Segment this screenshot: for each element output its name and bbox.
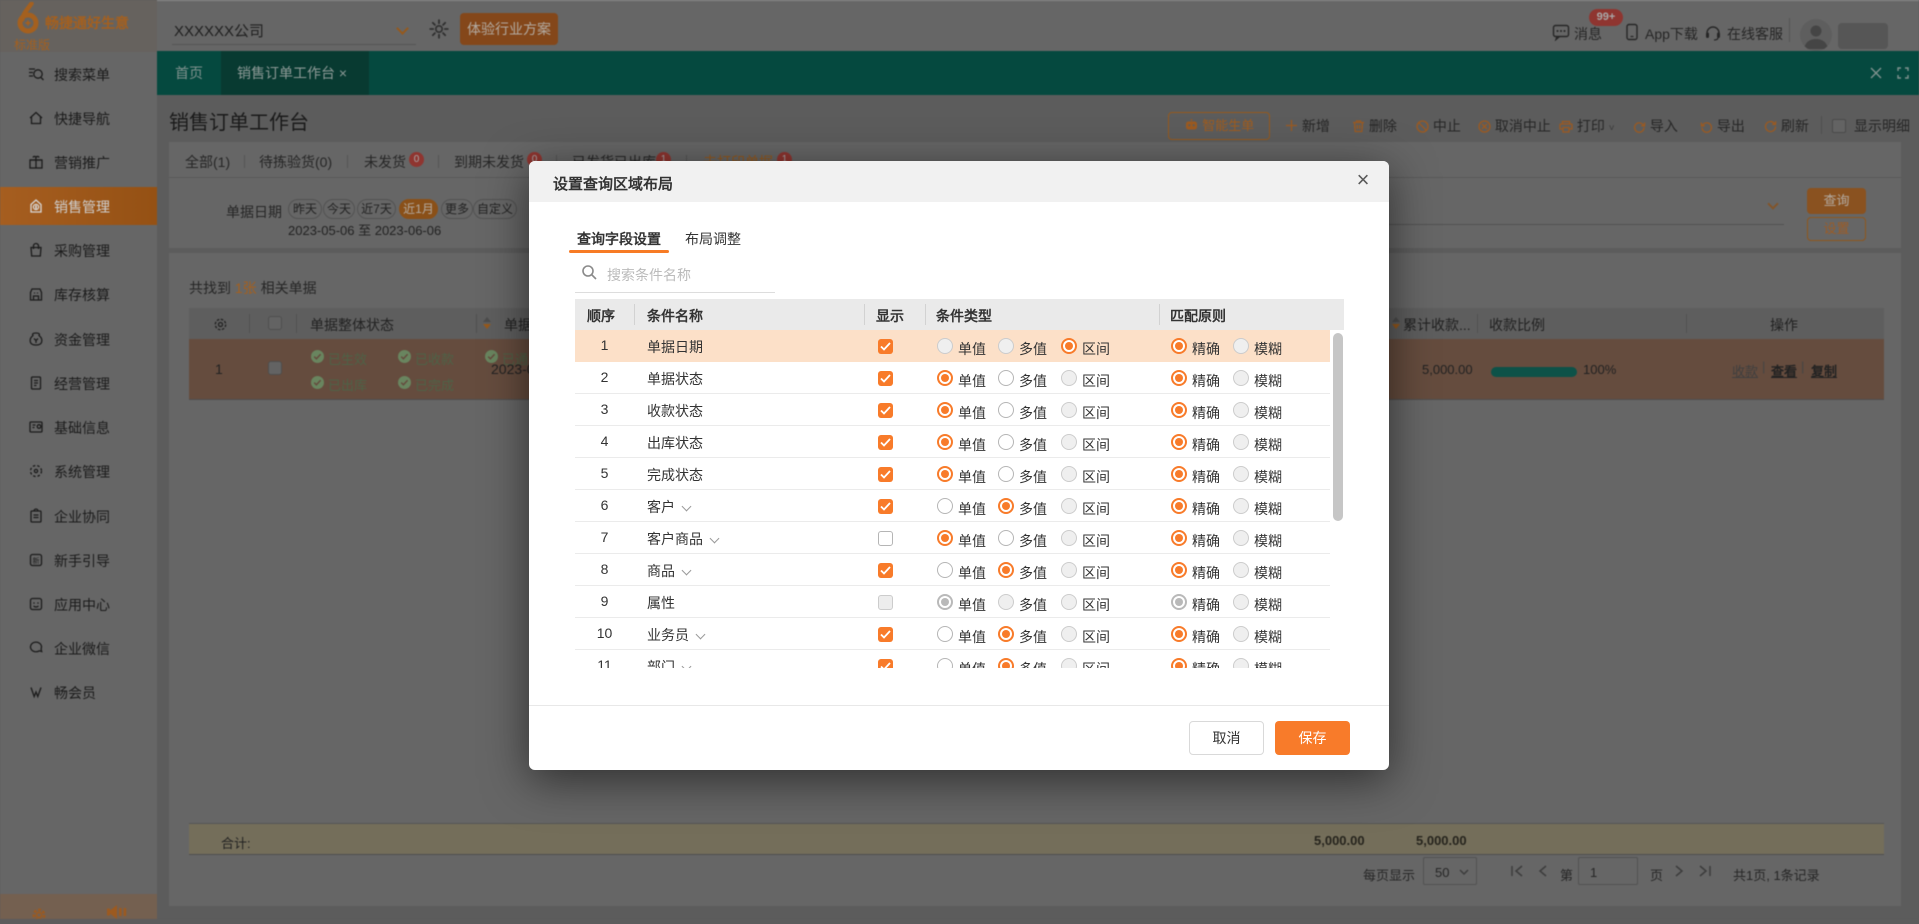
svg-text:新: 新 xyxy=(33,556,40,565)
